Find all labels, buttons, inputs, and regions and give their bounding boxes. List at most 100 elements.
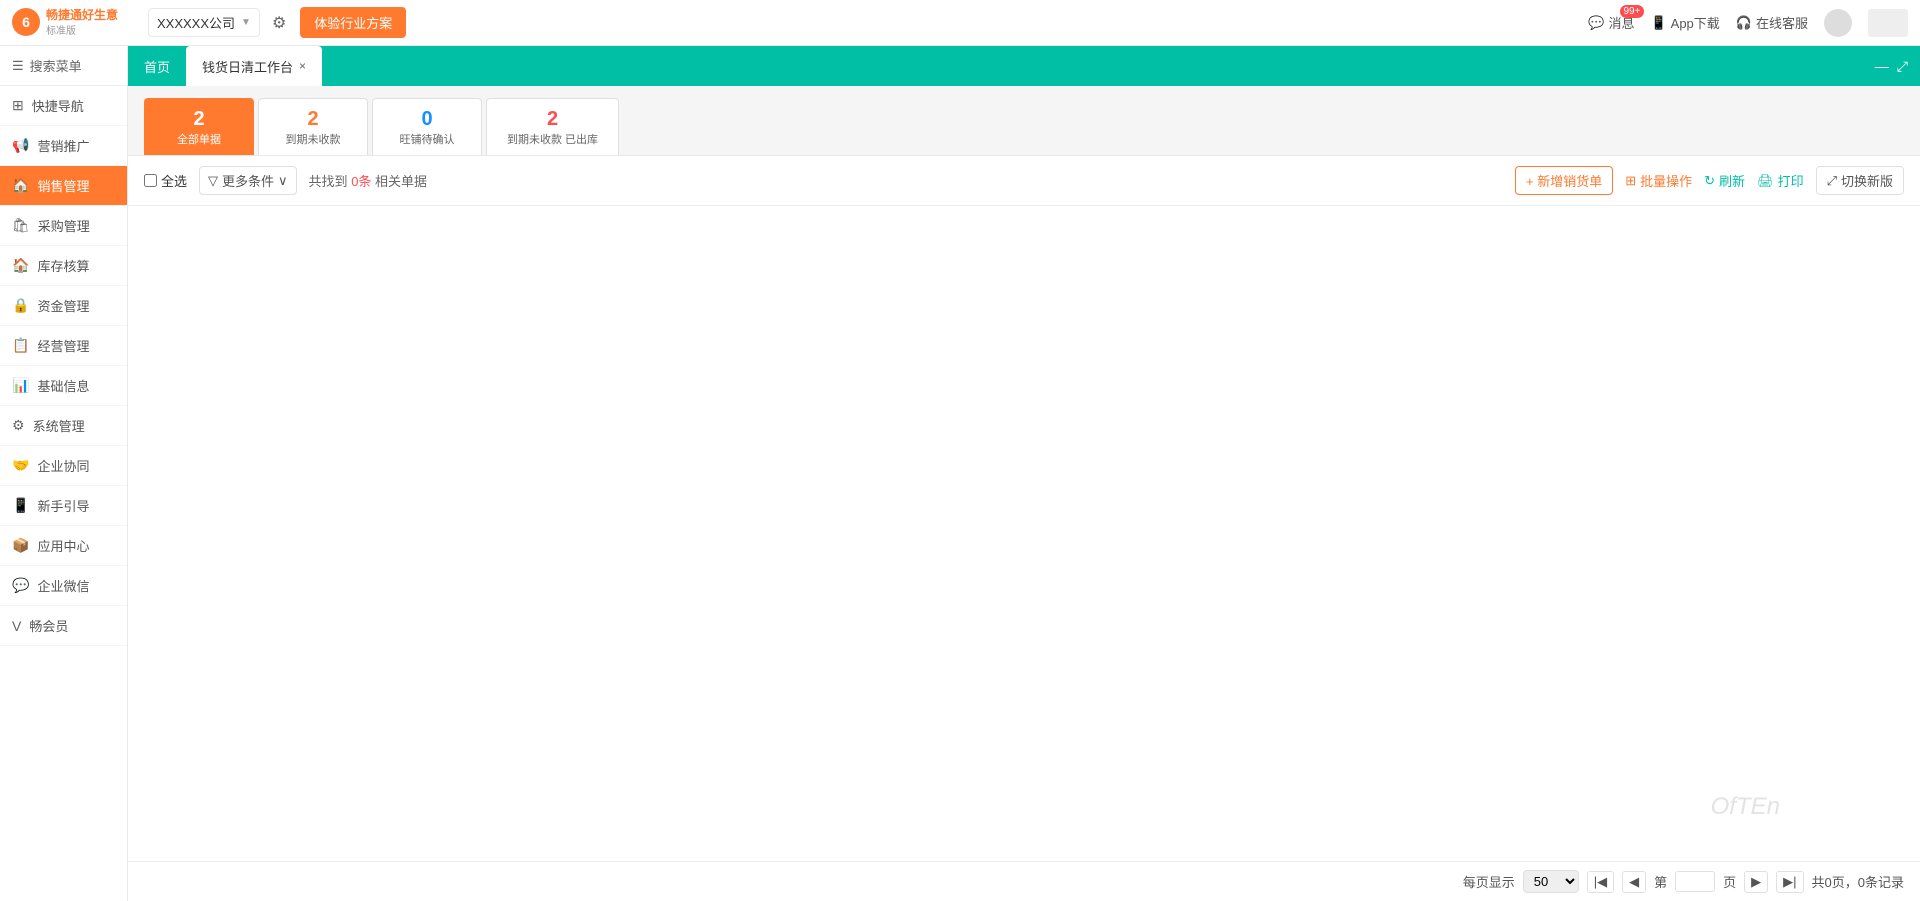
refresh-button[interactable]: ↻ 刷新 — [1704, 171, 1745, 190]
sidebar-label-inventory: 库存核算 — [37, 256, 89, 275]
main-content: 2 全部单据2 到期未收款0 旺铺待确认2 到期未收款 已出库 全选 ▽ 更多条… — [128, 86, 1920, 901]
last-page-button[interactable]: ▶| — [1776, 871, 1803, 893]
sidebar-item-app-center[interactable]: 📦 应用中心 — [0, 526, 127, 566]
sidebar-item-quick-nav[interactable]: ⊞ 快捷导航 — [0, 86, 127, 126]
filter-chevron-icon: ∨ — [278, 173, 288, 189]
sidebar-item-operations[interactable]: 📋 经营管理 — [0, 326, 127, 366]
header-right: 💬 消息 99+ 📱 App下载 🎧 在线客服 — [1588, 9, 1908, 37]
select-all-input[interactable] — [144, 174, 157, 187]
online-service-button[interactable]: 🎧 在线客服 — [1736, 13, 1808, 32]
batch-operation-button[interactable]: ⊞ 批量操作 — [1625, 171, 1692, 190]
sidebar-icon-basic-info: 📊 — [12, 377, 29, 394]
sidebar-item-sales[interactable]: 🏠 销售管理 — [0, 166, 127, 206]
company-selector[interactable]: XXXXXX公司 ▼ — [148, 8, 260, 37]
sidebar-item-system[interactable]: ⚙ 系统管理 — [0, 406, 127, 446]
filter-button[interactable]: ▽ 更多条件 ∨ — [199, 166, 297, 195]
filter-icon: ▽ — [208, 173, 218, 189]
sidebar-icon-enterprise: 🤝 — [12, 457, 29, 474]
sidebar-icon-marketing: 📢 — [12, 137, 29, 154]
switch-version-button[interactable]: ⤢ 切换新版 — [1816, 166, 1904, 195]
stat-number-overdue-unshipped: 2 — [547, 107, 558, 131]
sidebar-label-basic-info: 基础信息 — [37, 376, 89, 395]
user-menu[interactable] — [1868, 9, 1908, 37]
select-all-label: 全选 — [161, 171, 187, 190]
message-badge: 99+ — [1620, 5, 1645, 18]
next-page-button[interactable]: ▶ — [1744, 871, 1768, 893]
search-menu-button[interactable]: ☰ 搜索菜单 — [0, 46, 127, 86]
sidebar-label-app-center: 应用中心 — [37, 536, 89, 555]
logo-text-area: 畅捷通好生意 标准版 — [46, 8, 118, 37]
stats-tabs: 2 全部单据2 到期未收款0 旺铺待确认2 到期未收款 已出库 — [128, 86, 1920, 156]
result-prefix: 共找到 — [309, 174, 348, 189]
stat-number-overdue-uncollected: 2 — [307, 107, 318, 131]
logo-area: 6 畅捷通好生意 标准版 — [12, 8, 140, 37]
content-panel: 2 全部单据2 到期未收款0 旺铺待确认2 到期未收款 已出库 全选 ▽ 更多条… — [128, 86, 1920, 901]
sidebar-icon-guide: 📱 — [12, 497, 29, 514]
stat-number-wangpu-pending: 0 — [421, 107, 432, 131]
add-sales-order-button[interactable]: + 新增销货单 — [1515, 166, 1613, 195]
message-button[interactable]: 💬 消息 99+ — [1588, 13, 1634, 32]
sidebar-label-wechat: 企业微信 — [37, 576, 89, 595]
trial-button[interactable]: 体验行业方案 — [300, 7, 406, 38]
page-summary: 共0页，0条记录 — [1812, 872, 1904, 891]
tab-active[interactable]: 钱货日清工作台 × — [186, 46, 322, 86]
sidebar-item-guide[interactable]: 📱 新手引导 — [0, 486, 127, 526]
sidebar-item-basic-info[interactable]: 📊 基础信息 — [0, 366, 127, 406]
result-count: 0条 — [351, 174, 371, 189]
sidebar-item-member[interactable]: V 畅会员 — [0, 606, 127, 646]
sidebar-label-purchase: 采购管理 — [38, 216, 90, 235]
per-page-select[interactable]: 102050100 — [1523, 870, 1579, 893]
print-button[interactable]: 🖨 打印 — [1757, 171, 1804, 190]
footer-pagination: 每页显示 102050100 |◀ ◀ 第 1 页 ▶ ▶| 共0页，0条记录 — [128, 861, 1920, 901]
tab-maximize-icon[interactable]: ⤢ — [1897, 58, 1908, 75]
current-page-input[interactable]: 1 — [1675, 871, 1715, 892]
switch-version-label: 切换新版 — [1841, 171, 1893, 190]
avatar[interactable] — [1824, 9, 1852, 37]
sidebar-item-enterprise[interactable]: 🤝 企业协同 — [0, 446, 127, 486]
sidebar-icon-purchase: 🛍 — [12, 217, 30, 234]
toolbar: 全选 ▽ 更多条件 ∨ 共找到 0条 相关单据 + 新增销货单 ⊞ 批量操作 ↻ — [128, 156, 1920, 206]
sidebar-item-finance[interactable]: 🔒 资金管理 — [0, 286, 127, 326]
tabs-right: — ⤢ — [1875, 58, 1920, 75]
sidebar-item-inventory[interactable]: 🏠 库存核算 — [0, 246, 127, 286]
tab-close-icon[interactable]: × — [299, 59, 306, 73]
select-all-checkbox[interactable]: 全选 — [144, 171, 187, 190]
stat-number-all: 2 — [193, 107, 204, 131]
stat-label-wangpu-pending: 旺铺待确认 — [400, 131, 455, 147]
sidebar-label-finance: 资金管理 — [37, 296, 89, 315]
sidebar-label-enterprise: 企业协同 — [37, 456, 89, 475]
settings-icon[interactable]: ⚙ — [268, 9, 290, 37]
sidebar-label-member: 畅会员 — [29, 616, 68, 635]
logo-icon: 6 — [12, 8, 40, 36]
sidebar-label-sales: 销售管理 — [37, 176, 89, 195]
stat-label-overdue-unshipped: 到期未收款 已出库 — [507, 131, 598, 147]
filter-label: 更多条件 — [222, 171, 274, 190]
app-download-button[interactable]: 📱 App下载 — [1650, 13, 1719, 32]
chevron-down-icon: ▼ — [241, 17, 251, 28]
company-name: XXXXXX公司 — [157, 13, 235, 32]
table-area — [128, 206, 1920, 861]
tab-home[interactable]: 首页 — [128, 46, 186, 86]
stat-tab-overdue-unshipped[interactable]: 2 到期未收款 已出库 — [486, 98, 619, 155]
sidebar-icon-finance: 🔒 — [12, 297, 29, 314]
sidebar-item-marketing[interactable]: 📢 营销推广 — [0, 126, 127, 166]
tab-minimize-icon[interactable]: — — [1875, 58, 1889, 74]
stat-tab-wangpu-pending[interactable]: 0 旺铺待确认 — [372, 98, 482, 155]
top-header: 6 畅捷通好生意 标准版 XXXXXX公司 ▼ ⚙ 体验行业方案 💬 消息 99… — [0, 0, 1920, 46]
batch-icon: ⊞ — [1625, 173, 1636, 189]
sidebar: ☰ 搜索菜单 ⊞ 快捷导航📢 营销推广🏠 销售管理🛍 采购管理🏠 库存核算🔒 资… — [0, 0, 128, 901]
stat-tab-overdue-uncollected[interactable]: 2 到期未收款 — [258, 98, 368, 155]
per-page-label: 每页显示 — [1463, 872, 1515, 891]
stat-label-overdue-uncollected: 到期未收款 — [286, 131, 341, 147]
tabs-bar: 首页 钱货日清工作台 × — ⤢ — [128, 46, 1920, 86]
stat-tab-all[interactable]: 2 全部单据 — [144, 98, 254, 155]
refresh-label: 刷新 — [1719, 171, 1745, 190]
sidebar-item-wechat[interactable]: 💬 企业微信 — [0, 566, 127, 606]
message-icon: 💬 — [1588, 15, 1604, 31]
batch-label: 批量操作 — [1640, 171, 1692, 190]
first-page-button[interactable]: |◀ — [1587, 871, 1614, 893]
prev-page-button[interactable]: ◀ — [1622, 871, 1646, 893]
sidebar-icon-member: V — [12, 618, 21, 634]
sidebar-item-purchase[interactable]: 🛍 采购管理 — [0, 206, 127, 246]
app-download-label: App下载 — [1671, 13, 1720, 32]
